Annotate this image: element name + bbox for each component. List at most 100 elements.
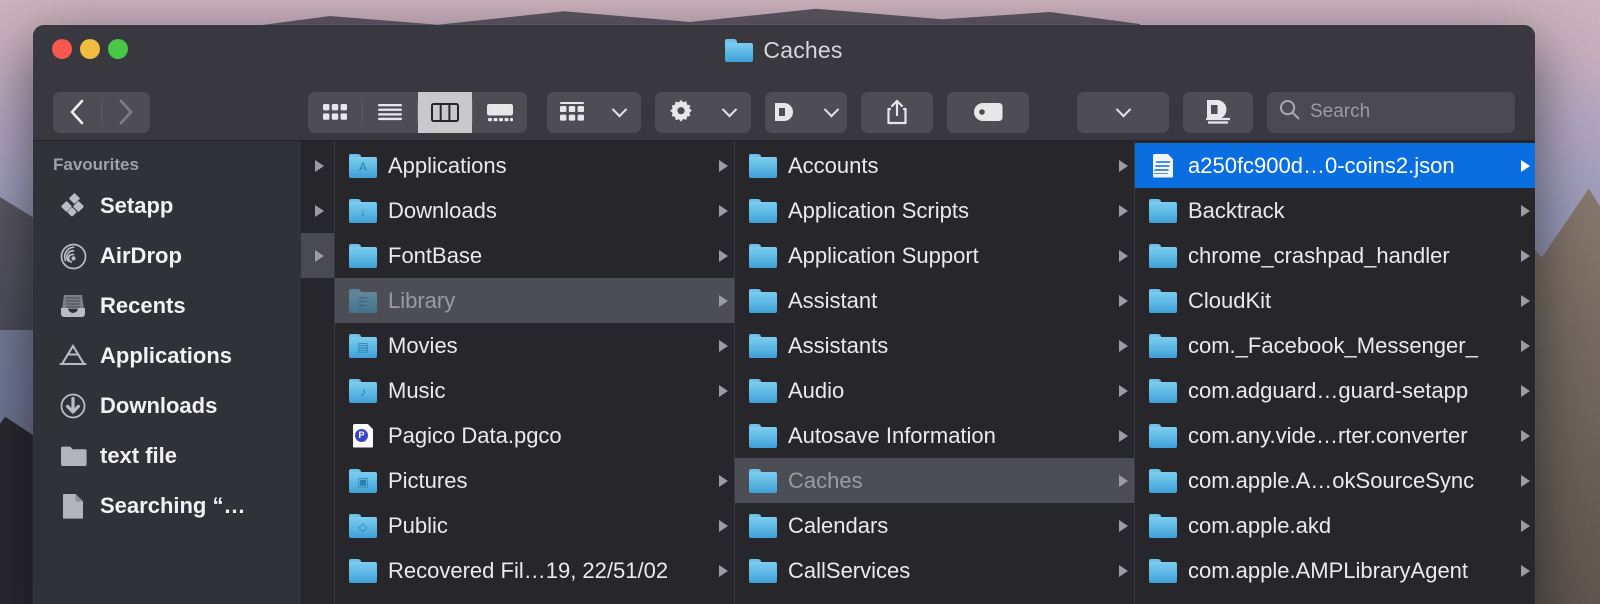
chevron-right-icon[interactable] [719, 339, 728, 352]
file-row[interactable]: ↓ Downloads [335, 188, 734, 233]
file-row[interactable]: com._Facebook_Messenger_ [1135, 323, 1535, 368]
file-row[interactable]: Audio [735, 368, 1134, 413]
chevron-right-icon[interactable] [1521, 429, 1530, 442]
chevron-right-icon[interactable] [1521, 519, 1530, 532]
chevron-right-icon[interactable] [719, 249, 728, 262]
file-row[interactable]: ♪ Music [335, 368, 734, 413]
file-row[interactable]: com.apple.akd [1135, 503, 1535, 548]
file-row[interactable]: Assistant [735, 278, 1134, 323]
search-input[interactable]: Search [1267, 91, 1515, 133]
chevron-right-icon[interactable] [1119, 384, 1128, 397]
chevron-right-icon[interactable] [1119, 519, 1128, 532]
forward-button[interactable] [102, 92, 150, 133]
chevron-right-icon[interactable] [1119, 249, 1128, 262]
file-row[interactable]: Caches [735, 458, 1134, 503]
close-window-button[interactable] [52, 39, 72, 59]
chevron-right-icon[interactable] [1119, 294, 1128, 307]
file-row[interactable]: com.apple.A…okSourceSync [1135, 458, 1535, 503]
sidebar-item-applications[interactable]: Applications [33, 331, 301, 381]
more-menu-button[interactable] [1077, 91, 1169, 133]
sidebar-item-text-file[interactable]: text file [33, 431, 301, 481]
action-menu-button[interactable] [655, 91, 751, 133]
list-view-button[interactable] [363, 92, 417, 133]
icon-view-button[interactable] [308, 92, 362, 133]
file-row-label: a250fc900d…0-coins2.json [1188, 152, 1455, 178]
share-button[interactable] [861, 91, 933, 133]
file-row[interactable]: Accounts [735, 143, 1134, 188]
sidebar-item-setapp[interactable]: Setapp [33, 181, 301, 231]
file-row[interactable]: CloudStorage [735, 593, 1134, 604]
disclosure-arrow-row[interactable] [301, 458, 334, 503]
chevron-right-icon[interactable] [1521, 249, 1530, 262]
disclosure-arrow-row[interactable] [301, 143, 334, 188]
file-row[interactable]: Backtrack [1135, 188, 1535, 233]
file-row[interactable]: CloudKit [1135, 278, 1535, 323]
file-row[interactable]: ▣ Pictures [335, 458, 734, 503]
chevron-right-icon[interactable] [719, 519, 728, 532]
file-row[interactable]: com.any.vide…rter.converter [1135, 413, 1535, 458]
file-row[interactable]: Application Support [735, 233, 1134, 278]
file-row[interactable]: Recovered Fil…19, 22/51/02 [335, 548, 734, 593]
file-row[interactable]: RightFont [335, 593, 734, 604]
file-row[interactable]: A Applications [335, 143, 734, 188]
group-by-button[interactable] [547, 91, 641, 133]
file-row[interactable]: ☰ Library [335, 278, 734, 323]
chevron-right-icon[interactable] [1119, 429, 1128, 442]
file-row-label: Assistant [788, 287, 878, 313]
sidebar-item-searching[interactable]: Searching “… [33, 481, 301, 531]
chevron-right-icon[interactable] [1119, 564, 1128, 577]
file-row[interactable]: Autosave Information [735, 413, 1134, 458]
chevron-right-icon[interactable] [1521, 474, 1530, 487]
disclosure-arrow-row[interactable] [301, 278, 334, 323]
file-row[interactable]: chrome_crashpad_handler [1135, 233, 1535, 278]
chevron-right-icon[interactable] [1521, 159, 1530, 172]
search-icon [1279, 99, 1300, 125]
chevron-right-icon[interactable] [1119, 339, 1128, 352]
chevron-right-icon[interactable] [719, 564, 728, 577]
disclosure-arrow-row[interactable] [301, 323, 334, 368]
chevron-right-icon[interactable] [1119, 204, 1128, 217]
file-row[interactable]: CallServices [735, 548, 1134, 593]
chevron-right-icon[interactable] [1521, 384, 1530, 397]
disclosure-arrow-row[interactable] [301, 188, 334, 233]
column-library: Accounts Application Scripts Application S… [735, 141, 1135, 604]
chevron-right-icon[interactable] [719, 159, 728, 172]
chevron-right-icon[interactable] [1521, 294, 1530, 307]
chevron-right-icon[interactable] [1119, 159, 1128, 172]
tag-button[interactable] [947, 91, 1029, 133]
chevron-right-icon[interactable] [719, 384, 728, 397]
chevron-right-icon[interactable] [1521, 564, 1530, 577]
file-row[interactable]: Calendars [735, 503, 1134, 548]
column-view-button[interactable] [418, 91, 472, 133]
chevron-right-icon[interactable] [719, 204, 728, 217]
chevron-right-icon[interactable] [1119, 474, 1128, 487]
file-row[interactable]: P Pagico Data.pgco [335, 413, 734, 458]
file-row[interactable]: Assistants [735, 323, 1134, 368]
file-row[interactable]: Application Scripts [735, 188, 1134, 233]
sidebar-item-downloads[interactable]: Downloads [33, 381, 301, 431]
file-row[interactable]: ▤ Movies [335, 323, 734, 368]
maximize-window-button[interactable] [108, 39, 128, 59]
sidebar-item-airdrop[interactable]: AirDrop [33, 231, 301, 281]
file-row[interactable]: ◇ Public [335, 503, 734, 548]
file-row[interactable]: com.adguard…guard-setapp [1135, 368, 1535, 413]
minimize-window-button[interactable] [80, 39, 100, 59]
dropbox-button[interactable] [1183, 91, 1253, 133]
disclosure-arrow-row[interactable] [301, 233, 334, 278]
edit-tags-menu-button[interactable] [765, 91, 847, 133]
disclosure-arrow-row[interactable] [301, 503, 334, 548]
file-row[interactable]: com.apple.ap.adprivacyd [1135, 593, 1535, 604]
chevron-right-icon[interactable] [1521, 339, 1530, 352]
disclosure-arrow-row[interactable] [301, 368, 334, 413]
disclosure-arrow-row[interactable] [301, 413, 334, 458]
file-row[interactable]: FontBase [335, 233, 734, 278]
file-row[interactable]: a250fc900d…0-coins2.json [1135, 143, 1535, 188]
chevron-right-icon[interactable] [719, 474, 728, 487]
chevron-right-icon[interactable] [719, 294, 728, 307]
sidebar-item-recents[interactable]: Recents [33, 281, 301, 331]
back-button[interactable] [53, 92, 101, 133]
disclosure-arrow-row[interactable] [301, 548, 334, 593]
gallery-view-button[interactable] [473, 92, 527, 133]
chevron-right-icon[interactable] [1521, 204, 1530, 217]
file-row[interactable]: com.apple.AMPLibraryAgent [1135, 548, 1535, 593]
